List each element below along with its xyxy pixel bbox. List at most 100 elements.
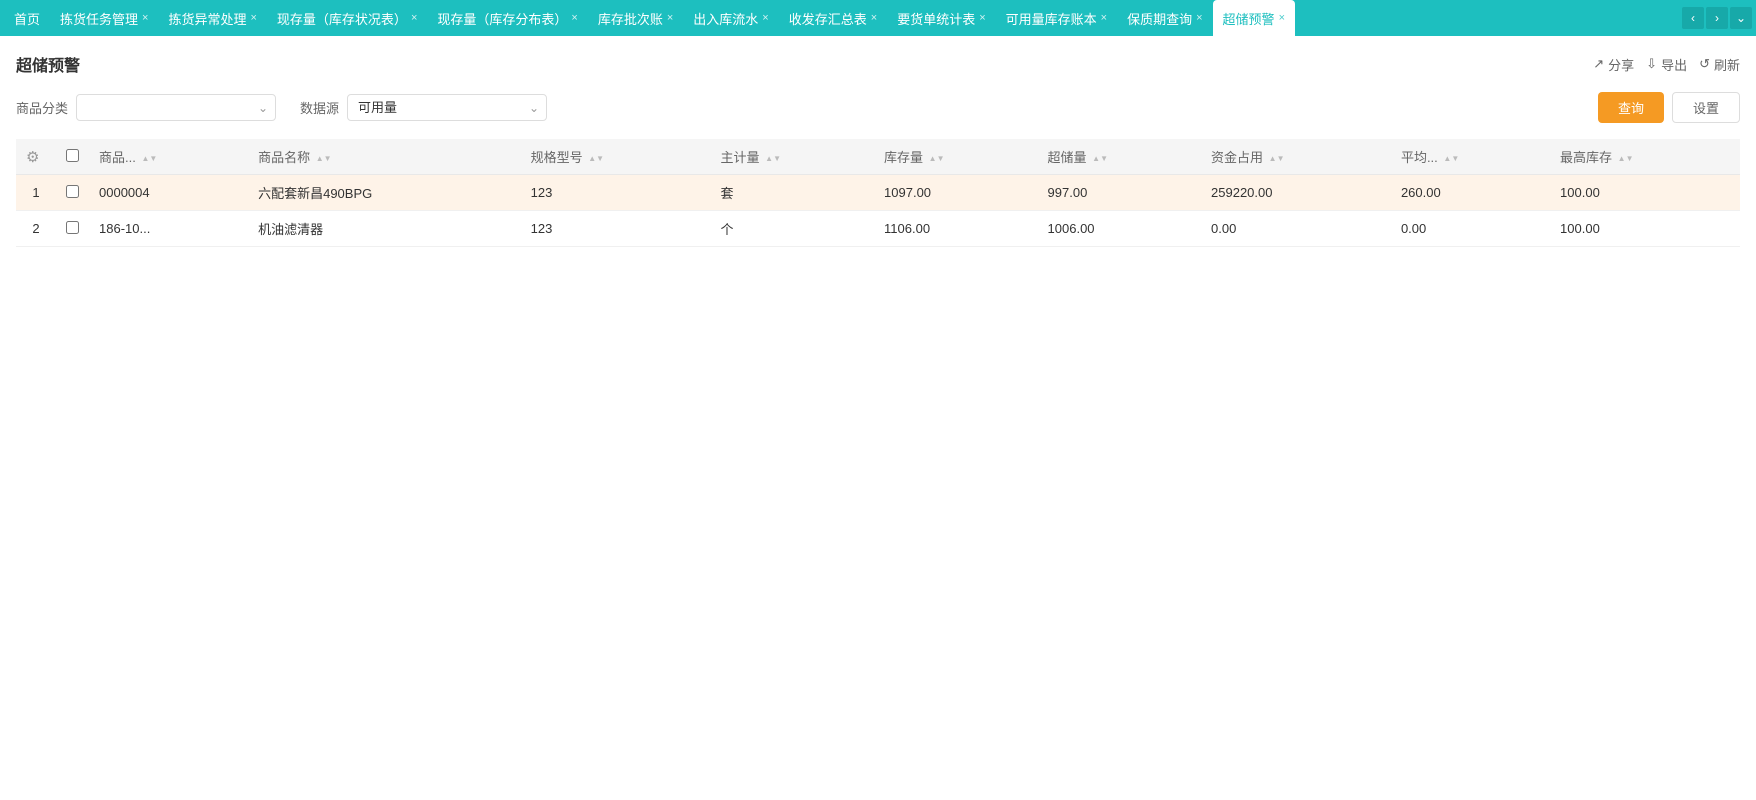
close-overstock-icon[interactable]: × [1279, 12, 1285, 24]
data-table: ⚙ 商品... ▲▼ 商品名称 ▲▼ 规格型号 ▲▼ 主计 [16, 139, 1740, 247]
close-expiry-icon[interactable]: × [1196, 12, 1202, 24]
col-capital[interactable]: 资金占用 ▲▼ [1201, 139, 1391, 175]
category-filter: 商品分类 ⌄ [16, 94, 276, 121]
close-pick-abnormal-icon[interactable]: × [250, 12, 256, 24]
nav-next-button[interactable]: › [1706, 7, 1728, 29]
nav-prev-button[interactable]: ‹ [1682, 7, 1704, 29]
col-product-name[interactable]: 商品名称 ▲▼ [248, 139, 521, 175]
sort-avg-icon: ▲▼ [1443, 155, 1459, 163]
close-inout-flow-icon[interactable]: × [762, 12, 768, 24]
sort-stock-icon: ▲▼ [929, 155, 945, 163]
table-settings-icon[interactable]: ⚙ [26, 149, 39, 166]
close-summary-icon[interactable]: × [871, 12, 877, 24]
nav-stock-status[interactable]: 现存量（库存状况表） × [267, 0, 427, 36]
datasource-select[interactable]: 可用量 库存量 [347, 94, 547, 121]
page-title: 超储预警 [16, 52, 80, 76]
col-max-stock[interactable]: 最高库存 ▲▼ [1550, 139, 1740, 175]
page-header: 超储预警 ↗ 分享 ⇩ 导出 ↺ 刷新 [16, 52, 1740, 76]
nav-arrows: ‹ › ⌄ [1682, 7, 1752, 29]
export-icon: ⇩ [1646, 56, 1657, 72]
table-row: 1 0000004 六配套新昌490BPG 123 套 1097.00 997.… [16, 175, 1740, 211]
cell-stock-2: 1106.00 [874, 211, 1038, 247]
sort-spec-icon: ▲▼ [588, 155, 604, 163]
cell-max-stock-2: 100.00 [1550, 211, 1740, 247]
nav-order-stat[interactable]: 要货单统计表 × [887, 0, 995, 36]
settings-button[interactable]: 设置 [1672, 92, 1740, 123]
col-product-code[interactable]: 商品... ▲▼ [89, 139, 248, 175]
cell-max-stock-1: 100.00 [1550, 175, 1740, 211]
sort-product-code-icon: ▲▼ [141, 155, 157, 163]
nav-available-ledger[interactable]: 可用量库存账本 × [996, 0, 1117, 36]
category-label: 商品分类 [16, 98, 68, 117]
cell-product-code-1: 0000004 [89, 175, 248, 211]
row-checkbox-1[interactable] [66, 185, 79, 198]
cell-avg-2: 0.00 [1391, 211, 1550, 247]
close-stock-status-icon[interactable]: × [411, 12, 417, 24]
share-icon: ↗ [1593, 56, 1604, 72]
row-number-1: 1 [16, 175, 56, 211]
table-checkbox-header [56, 139, 89, 175]
nav-pick-task[interactable]: 拣货任务管理 × [50, 0, 158, 36]
header-actions: ↗ 分享 ⇩ 导出 ↺ 刷新 [1593, 55, 1740, 74]
nav-batch-ledger[interactable]: 库存批次账 × [588, 0, 683, 36]
refresh-button[interactable]: ↺ 刷新 [1699, 55, 1740, 74]
datasource-label: 数据源 [300, 98, 339, 117]
sort-max-stock-icon: ▲▼ [1618, 155, 1634, 163]
sort-product-name-icon: ▲▼ [316, 155, 332, 163]
col-stock[interactable]: 库存量 ▲▼ [874, 139, 1038, 175]
share-button[interactable]: ↗ 分享 [1593, 55, 1634, 74]
cell-unit-2: 个 [711, 211, 875, 247]
sort-unit-icon: ▲▼ [765, 155, 781, 163]
row-checkbox-cell-1 [56, 175, 89, 211]
cell-spec-2: 123 [521, 211, 711, 247]
cell-capital-1: 259220.00 [1201, 175, 1391, 211]
cell-stock-1: 1097.00 [874, 175, 1038, 211]
nav-home[interactable]: 首页 [4, 0, 50, 36]
col-unit[interactable]: 主计量 ▲▼ [711, 139, 875, 175]
nav-menu-button[interactable]: ⌄ [1730, 7, 1752, 29]
query-button[interactable]: 查询 [1598, 92, 1664, 123]
close-available-ledger-icon[interactable]: × [1101, 12, 1107, 24]
filter-bar: 商品分类 ⌄ 数据源 可用量 库存量 ⌄ 查询 设置 [16, 92, 1740, 123]
category-select[interactable] [76, 94, 276, 121]
cell-spec-1: 123 [521, 175, 711, 211]
datasource-select-wrapper: 可用量 库存量 ⌄ [347, 94, 547, 121]
nav-overstock[interactable]: 超储预警 × [1213, 0, 1295, 36]
cell-overstock-1: 997.00 [1038, 175, 1202, 211]
cell-capital-2: 0.00 [1201, 211, 1391, 247]
nav-pick-abnormal[interactable]: 拣货异常处理 × [158, 0, 266, 36]
cell-unit-1: 套 [711, 175, 875, 211]
select-all-checkbox[interactable] [66, 149, 79, 162]
close-pick-task-icon[interactable]: × [142, 12, 148, 24]
table-header-row: ⚙ 商品... ▲▼ 商品名称 ▲▼ 规格型号 ▲▼ 主计 [16, 139, 1740, 175]
cell-product-name-2: 机油滤清器 [248, 211, 521, 247]
table-row: 2 186-10... 机油滤清器 123 个 1106.00 1006.00 … [16, 211, 1740, 247]
close-order-stat-icon[interactable]: × [979, 12, 985, 24]
category-select-wrapper: ⌄ [76, 94, 276, 121]
cell-product-code-2: 186-10... [89, 211, 248, 247]
export-button[interactable]: ⇩ 导出 [1646, 55, 1687, 74]
col-overstock[interactable]: 超储量 ▲▼ [1038, 139, 1202, 175]
sort-overstock-icon: ▲▼ [1092, 155, 1108, 163]
top-navigation: 首页 拣货任务管理 × 拣货异常处理 × 现存量（库存状况表） × 现存量（库存… [0, 0, 1756, 36]
nav-inout-flow[interactable]: 出入库流水 × [683, 0, 778, 36]
cell-avg-1: 260.00 [1391, 175, 1550, 211]
datasource-filter: 数据源 可用量 库存量 ⌄ [300, 94, 547, 121]
nav-expiry[interactable]: 保质期查询 × [1117, 0, 1212, 36]
col-spec[interactable]: 规格型号 ▲▼ [521, 139, 711, 175]
cell-overstock-2: 1006.00 [1038, 211, 1202, 247]
row-checkbox-2[interactable] [66, 221, 79, 234]
refresh-icon: ↺ [1699, 56, 1710, 72]
table-gear-header: ⚙ [16, 139, 56, 175]
sort-capital-icon: ▲▼ [1269, 155, 1285, 163]
col-avg[interactable]: 平均... ▲▼ [1391, 139, 1550, 175]
page-content: 超储预警 ↗ 分享 ⇩ 导出 ↺ 刷新 商品分类 ⌄ [0, 36, 1756, 800]
filter-actions: 查询 设置 [1598, 92, 1740, 123]
close-stock-dist-icon[interactable]: × [571, 12, 577, 24]
close-batch-ledger-icon[interactable]: × [667, 12, 673, 24]
row-checkbox-cell-2 [56, 211, 89, 247]
cell-product-name-1: 六配套新昌490BPG [248, 175, 521, 211]
nav-summary[interactable]: 收发存汇总表 × [779, 0, 887, 36]
row-number-2: 2 [16, 211, 56, 247]
nav-stock-dist[interactable]: 现存量（库存分布表） × [427, 0, 587, 36]
